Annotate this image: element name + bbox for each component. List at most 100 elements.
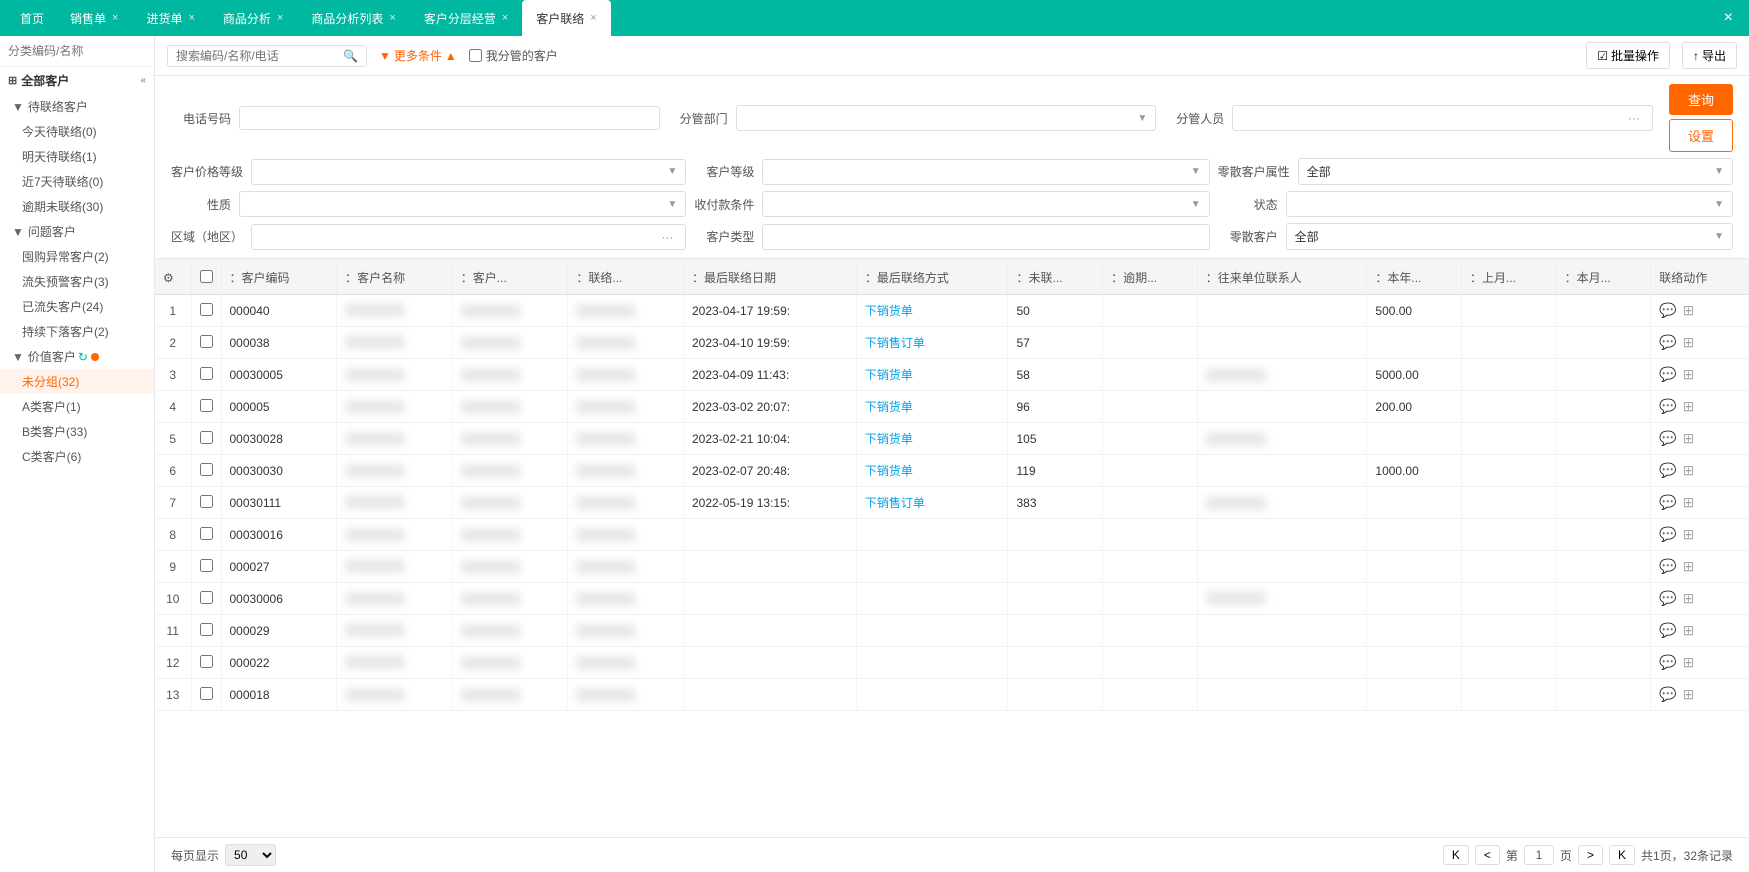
message-icon[interactable]: 💬 <box>1659 334 1676 351</box>
nav-tab-purchase[interactable]: 进货单 × <box>132 0 208 36</box>
message-icon[interactable]: 💬 <box>1659 526 1676 543</box>
close-analysis-icon[interactable]: × <box>277 12 283 24</box>
last-page-button[interactable]: K <box>1609 845 1635 865</box>
row-checkbox[interactable] <box>200 303 213 316</box>
row-checkbox[interactable] <box>200 431 213 444</box>
search-input[interactable] <box>176 49 343 63</box>
sidebar-item-declining[interactable]: 持续下落客户(2) <box>0 319 154 344</box>
region-dots[interactable]: ··· <box>657 230 677 244</box>
row-checkbox[interactable] <box>200 623 213 636</box>
sidebar-item-overdue[interactable]: 逾期未联络(30) <box>0 194 154 219</box>
last-way-link[interactable]: 下销货单 <box>865 464 913 478</box>
sidebar-search-input[interactable] <box>8 44 155 58</box>
reset-button[interactable]: 设置 <box>1669 119 1733 152</box>
grid-action-icon[interactable]: ⊞ <box>1683 334 1695 351</box>
phone-input[interactable] <box>239 106 660 130</box>
dept-select[interactable]: ▼ <box>736 105 1157 131</box>
window-close-button[interactable]: × <box>1716 9 1741 27</box>
nav-tab-customer-segment[interactable]: 客户分层经营 × <box>410 0 522 36</box>
last-way-link[interactable]: 下销售订单 <box>865 496 925 510</box>
grid-action-icon[interactable]: ⊞ <box>1683 622 1695 639</box>
sidebar-item-c-class[interactable]: C类客户(6) <box>0 444 154 469</box>
close-analysis-list-icon[interactable]: × <box>389 12 395 24</box>
message-icon[interactable]: 💬 <box>1659 590 1676 607</box>
row-checkbox[interactable] <box>200 463 213 476</box>
last-way-link[interactable]: 下销售订单 <box>865 336 925 350</box>
col-checkbox[interactable] <box>191 261 221 295</box>
last-way-link[interactable]: 下销货单 <box>865 432 913 446</box>
status-select[interactable]: ▼ <box>1286 191 1733 217</box>
sidebar-item-7days[interactable]: 近7天待联络(0) <box>0 169 154 194</box>
my-customers-checkbox[interactable] <box>469 49 482 62</box>
customer-grade-select[interactable]: ▼ <box>762 159 1209 185</box>
customer-type-select[interactable] <box>762 224 1209 250</box>
grid-action-icon[interactable]: ⊞ <box>1683 494 1695 511</box>
row-checkbox[interactable] <box>200 495 213 508</box>
sidebar-item-churn-warning[interactable]: 流失预警客户(3) <box>0 269 154 294</box>
grid-action-icon[interactable]: ⊞ <box>1683 462 1695 479</box>
grid-action-icon[interactable]: ⊞ <box>1683 558 1695 575</box>
nav-tab-analysis-list[interactable]: 商品分析列表 × <box>297 0 409 36</box>
staff-dots[interactable]: ··· <box>1624 111 1644 125</box>
col-settings[interactable]: ⚙ <box>155 261 191 295</box>
grid-action-icon[interactable]: ⊞ <box>1683 686 1695 703</box>
refresh-icon[interactable]: ↻ <box>78 350 88 364</box>
nav-tab-sales[interactable]: 销售单 × <box>56 0 132 36</box>
message-icon[interactable]: 💬 <box>1659 302 1676 319</box>
grid-action-icon[interactable]: ⊞ <box>1683 590 1695 607</box>
staff-select[interactable]: ··· <box>1232 105 1653 131</box>
sidebar-item-b-class[interactable]: B类客户(33) <box>0 419 154 444</box>
region-select[interactable]: ··· <box>251 224 686 250</box>
grid-action-icon[interactable]: ⊞ <box>1683 430 1695 447</box>
sidebar-item-a-class[interactable]: A类客户(1) <box>0 394 154 419</box>
problem-customers-header[interactable]: ▼ 问题客户 <box>0 219 154 244</box>
last-way-link[interactable]: 下销货单 <box>865 368 913 382</box>
more-conditions-button[interactable]: ▼ 更多条件 ▲ <box>379 47 457 64</box>
all-customers-header[interactable]: ⊞ 全部客户 « <box>0 67 154 94</box>
select-all-checkbox[interactable] <box>200 270 213 283</box>
row-checkbox[interactable] <box>200 591 213 604</box>
grid-action-icon[interactable]: ⊞ <box>1683 526 1695 543</box>
prev-page-button[interactable]: < <box>1475 845 1500 865</box>
sidebar-item-today[interactable]: 今天待联络(0) <box>0 119 154 144</box>
retail-attr-select[interactable]: 全部 ▼ <box>1298 158 1733 185</box>
row-checkbox[interactable] <box>200 655 213 668</box>
query-button[interactable]: 查询 <box>1669 84 1733 115</box>
message-icon[interactable]: 💬 <box>1659 654 1676 671</box>
nav-tab-customer-contact[interactable]: 客户联络 × <box>522 0 610 36</box>
batch-ops-button[interactable]: ☑ 批量操作 <box>1586 42 1670 69</box>
grid-action-icon[interactable]: ⊞ <box>1683 654 1695 671</box>
row-checkbox[interactable] <box>200 559 213 572</box>
message-icon[interactable]: 💬 <box>1659 366 1676 383</box>
message-icon[interactable]: 💬 <box>1659 462 1676 479</box>
row-checkbox[interactable] <box>200 399 213 412</box>
sidebar-item-churned[interactable]: 已流失客户(24) <box>0 294 154 319</box>
last-way-link[interactable]: 下销货单 <box>865 400 913 414</box>
close-segment-icon[interactable]: × <box>502 12 508 24</box>
nav-tab-analysis[interactable]: 商品分析 × <box>209 0 297 36</box>
sidebar-item-tomorrow[interactable]: 明天待联络(1) <box>0 144 154 169</box>
message-icon[interactable]: 💬 <box>1659 494 1676 511</box>
grid-action-icon[interactable]: ⊞ <box>1683 302 1695 319</box>
search-icon[interactable]: 🔍 <box>343 49 358 63</box>
close-sales-icon[interactable]: × <box>112 12 118 24</box>
per-page-select[interactable]: 50 20 100 <box>225 844 276 866</box>
message-icon[interactable]: 💬 <box>1659 430 1676 447</box>
export-button[interactable]: ↑ 导出 <box>1682 42 1737 69</box>
message-icon[interactable]: 💬 <box>1659 398 1676 415</box>
payment-select[interactable]: ▼ <box>762 191 1209 217</box>
row-checkbox[interactable] <box>200 687 213 700</box>
first-page-button[interactable]: K <box>1443 845 1469 865</box>
pending-contact-header[interactable]: ▼ 待联络客户 <box>0 94 154 119</box>
last-way-link[interactable]: 下销货单 <box>865 304 913 318</box>
retail-customer-select[interactable]: 全部 ▼ <box>1286 223 1733 250</box>
row-checkbox[interactable] <box>200 335 213 348</box>
close-contact-icon[interactable]: × <box>590 12 596 24</box>
close-purchase-icon[interactable]: × <box>188 12 194 24</box>
grid-action-icon[interactable]: ⊞ <box>1683 366 1695 383</box>
row-checkbox[interactable] <box>200 367 213 380</box>
sidebar-item-ungroup[interactable]: 未分组(32) <box>0 369 154 394</box>
grid-action-icon[interactable]: ⊞ <box>1683 398 1695 415</box>
nav-home[interactable]: 首页 <box>8 0 56 36</box>
sidebar-item-abnormal[interactable]: 囤购异常客户(2) <box>0 244 154 269</box>
